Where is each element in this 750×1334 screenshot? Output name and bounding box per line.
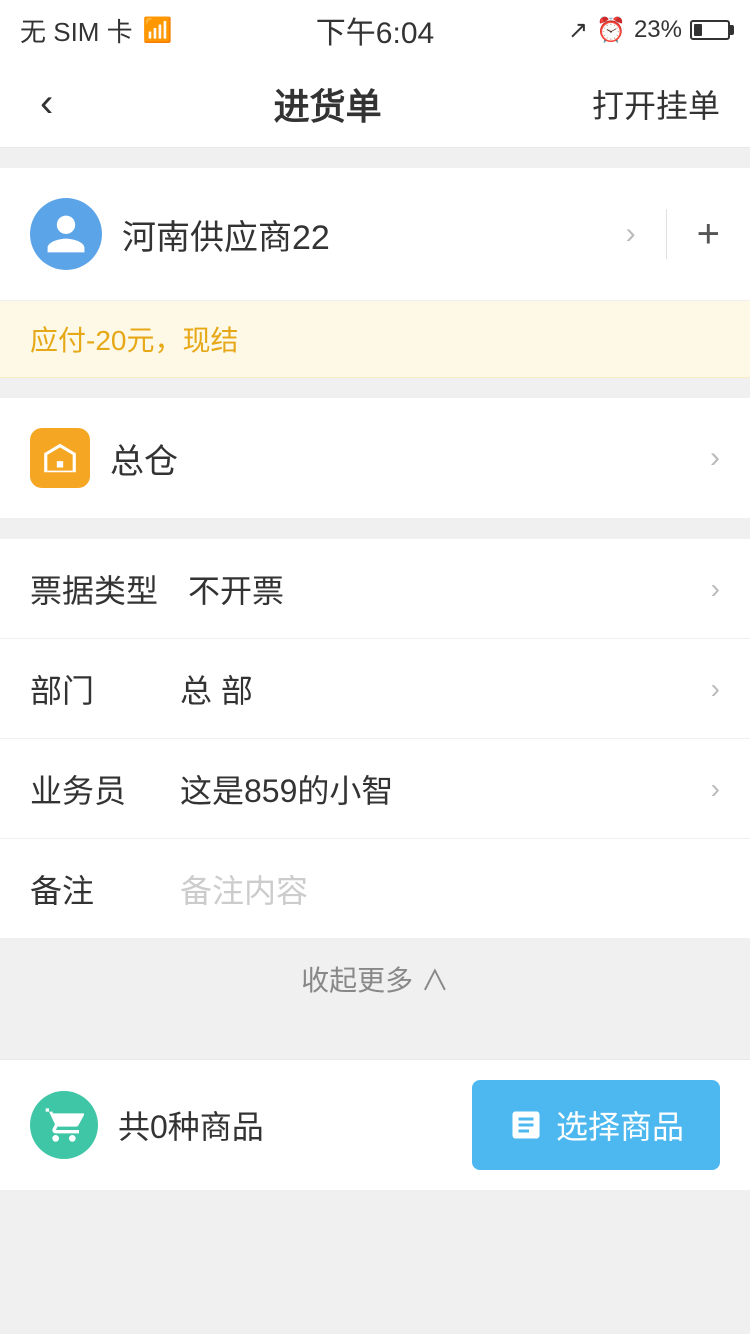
department-label: 部门	[30, 666, 150, 712]
select-product-icon	[508, 1107, 544, 1143]
product-bar: 共0种商品 选择商品	[0, 1059, 750, 1190]
divider	[666, 209, 667, 259]
add-supplier-icon[interactable]: +	[697, 212, 720, 257]
salesman-label: 业务员	[30, 766, 150, 812]
warehouse-building-icon	[41, 439, 79, 477]
alert-banner: 应付-20元，现结	[0, 301, 750, 378]
back-button[interactable]: ‹	[30, 71, 63, 136]
warehouse-icon-circle	[30, 428, 90, 488]
salesman-row[interactable]: 业务员 这是859的小智 ›	[0, 739, 750, 839]
status-right: ↗ ⏰ 23%	[568, 16, 730, 45]
alert-text: 应付-20元，现结	[30, 325, 238, 356]
supplier-avatar	[30, 198, 102, 270]
supplier-name: 河南供应商22	[122, 210, 626, 259]
supplier-chevron-icon: ›	[626, 217, 636, 251]
user-icon	[43, 211, 89, 257]
warehouse-row[interactable]: 总仓 ›	[0, 398, 750, 519]
product-cart-circle	[30, 1091, 98, 1159]
department-row[interactable]: 部门 总 部 ›	[0, 639, 750, 739]
department-value: 总 部	[180, 666, 701, 712]
invoice-row[interactable]: 票据类型 不开票 ›	[0, 539, 750, 639]
product-count-text: 共0种商品	[118, 1102, 472, 1148]
status-time: 下午6:04	[316, 8, 434, 52]
salesman-chevron-icon: ›	[711, 773, 720, 805]
salesman-value: 这是859的小智	[180, 766, 701, 812]
battery-icon	[690, 20, 730, 40]
supplier-actions: › +	[626, 209, 720, 259]
invoice-label: 票据类型	[30, 566, 158, 612]
wifi-icon: 📶	[143, 16, 173, 45]
status-left: 无 SIM 卡 📶	[20, 12, 173, 49]
supplier-section: 河南供应商22 › + 应付-20元，现结	[0, 168, 750, 378]
warehouse-name: 总仓	[110, 434, 710, 483]
carrier-text: 无 SIM 卡	[20, 12, 133, 49]
open-pending-button[interactable]: 打开挂单	[592, 81, 720, 127]
nav-bar: ‹ 进货单 打开挂单	[0, 60, 750, 148]
warehouse-chevron-icon: ›	[710, 441, 720, 475]
collapse-button[interactable]: 收起更多 ∧	[0, 939, 750, 1019]
remark-row[interactable]: 备注 备注内容	[0, 839, 750, 939]
remark-label: 备注	[30, 866, 150, 912]
gap2	[0, 519, 750, 539]
invoice-chevron-icon: ›	[711, 573, 720, 605]
gap1	[0, 378, 750, 398]
status-bar: 无 SIM 卡 📶 下午6:04 ↗ ⏰ 23%	[0, 0, 750, 60]
battery-percent: 23%	[634, 16, 682, 44]
gap3	[0, 1019, 750, 1039]
supplier-row[interactable]: 河南供应商22 › +	[0, 168, 750, 301]
department-chevron-icon: ›	[711, 673, 720, 705]
invoice-value: 不开票	[188, 566, 701, 612]
cart-icon	[44, 1105, 84, 1145]
select-product-button[interactable]: 选择商品	[472, 1080, 720, 1170]
select-product-label: 选择商品	[556, 1102, 684, 1148]
remark-input[interactable]: 备注内容	[180, 866, 720, 912]
collapse-label: 收起更多 ∧	[301, 959, 449, 999]
warehouse-section: 总仓 ›	[0, 398, 750, 519]
alarm-icon: ⏰	[596, 16, 626, 45]
page-title: 进货单	[274, 78, 382, 130]
top-gap	[0, 148, 750, 168]
form-section: 票据类型 不开票 › 部门 总 部 › 业务员 这是859的小智 › 备注 备注…	[0, 539, 750, 939]
location-icon: ↗	[568, 16, 588, 45]
